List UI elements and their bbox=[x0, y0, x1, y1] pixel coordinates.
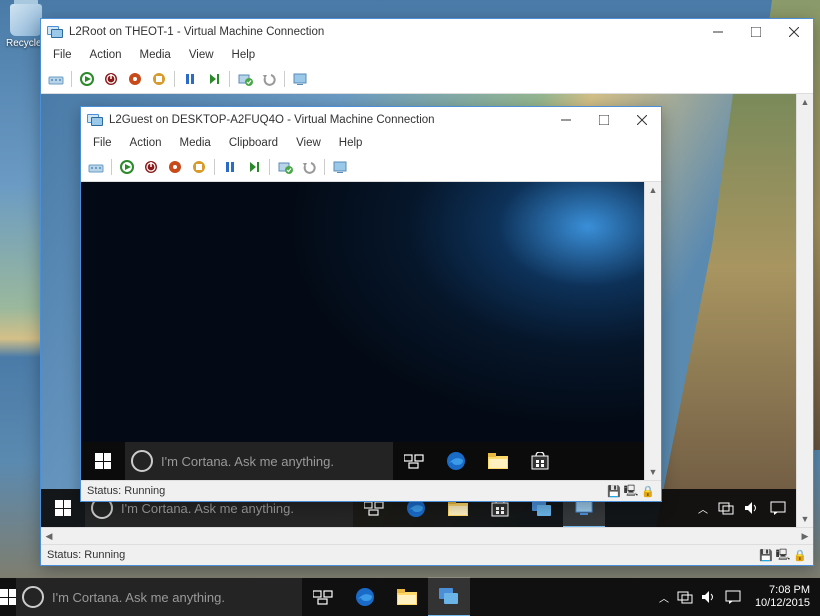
menu-help[interactable]: Help bbox=[331, 136, 371, 150]
outer-toolbar bbox=[41, 65, 813, 94]
outer-titlebar[interactable]: L2Root on THEOT-1 - Virtual Machine Conn… bbox=[41, 19, 813, 45]
host-search[interactable]: I'm Cortana. Ask me anything. bbox=[16, 578, 302, 616]
checkpoint-button[interactable] bbox=[234, 68, 256, 90]
recycle-bin-icon bbox=[10, 4, 42, 36]
minimize-button[interactable] bbox=[547, 107, 585, 133]
status-net-icon: 🖳 bbox=[776, 548, 790, 562]
edge-icon[interactable] bbox=[435, 442, 477, 480]
tray-chevron-icon[interactable]: ︿ bbox=[659, 590, 669, 605]
inner-statusbar: Status: Running 💾 🖳 🔒 bbox=[81, 480, 661, 501]
outer-status-text: Status: Running bbox=[47, 549, 759, 561]
revert-button[interactable] bbox=[298, 156, 320, 178]
outer-scrollbar-v[interactable]: ▲▼ bbox=[796, 94, 813, 527]
reset-button[interactable] bbox=[203, 68, 225, 90]
pause-button[interactable] bbox=[179, 68, 201, 90]
menu-media[interactable]: Media bbox=[172, 136, 219, 150]
inner-scrollbar-v[interactable]: ▲▼ bbox=[644, 182, 661, 480]
hyperv-app-icon bbox=[87, 112, 103, 128]
save-button[interactable] bbox=[148, 68, 170, 90]
outer-statusbar: Status: Running 💾 🖳 🔒 bbox=[41, 544, 813, 565]
tray-volume-icon[interactable] bbox=[744, 501, 760, 515]
cortana-icon bbox=[131, 450, 153, 472]
start-button[interactable] bbox=[116, 156, 138, 178]
close-button[interactable] bbox=[775, 19, 813, 45]
ctrl-alt-del-button[interactable] bbox=[85, 156, 107, 178]
inner-titlebar[interactable]: L2Guest on DESKTOP-A2FUQ4O - Virtual Mac… bbox=[81, 107, 661, 133]
inner-vm-display[interactable]: I'm Cortana. Ask me anything. bbox=[81, 182, 644, 480]
menu-action[interactable]: Action bbox=[122, 136, 170, 150]
hyperv-app-icon bbox=[47, 24, 63, 40]
taskview-icon[interactable] bbox=[302, 578, 344, 616]
edge-icon[interactable] bbox=[344, 578, 386, 616]
pause-button[interactable] bbox=[219, 156, 241, 178]
explorer-icon[interactable] bbox=[386, 578, 428, 616]
menu-media[interactable]: Media bbox=[132, 48, 179, 62]
maximize-button[interactable] bbox=[737, 19, 775, 45]
inner-guest-start[interactable] bbox=[81, 442, 125, 480]
hyperv-taskbar-icon[interactable] bbox=[428, 577, 470, 616]
menu-action[interactable]: Action bbox=[82, 48, 130, 62]
outer-scrollbar-h[interactable]: ◀▶ bbox=[41, 527, 813, 544]
taskview-icon[interactable] bbox=[393, 442, 435, 480]
status-lock-icon: 🔒 bbox=[793, 548, 807, 562]
menu-clipboard[interactable]: Clipboard bbox=[221, 136, 286, 150]
inner-window-title: L2Guest on DESKTOP-A2FUQ4O - Virtual Mac… bbox=[109, 114, 547, 126]
enhanced-session-button[interactable] bbox=[289, 68, 311, 90]
tray-notifications-icon[interactable] bbox=[770, 501, 786, 515]
minimize-button[interactable] bbox=[699, 19, 737, 45]
shutdown-button[interactable] bbox=[164, 156, 186, 178]
tray-notifications-icon[interactable] bbox=[725, 590, 741, 604]
inner-guest-taskbar: I'm Cortana. Ask me anything. bbox=[81, 442, 644, 480]
outer-menubar: File Action Media View Help bbox=[41, 45, 813, 65]
tray-chevron-icon[interactable]: ︿ bbox=[698, 501, 708, 516]
menu-file[interactable]: File bbox=[85, 136, 120, 150]
outer-window-title: L2Root on THEOT-1 - Virtual Machine Conn… bbox=[69, 26, 699, 38]
host-start-button[interactable] bbox=[0, 589, 16, 605]
maximize-button[interactable] bbox=[585, 107, 623, 133]
menu-help[interactable]: Help bbox=[224, 48, 264, 62]
outer-guest-start[interactable] bbox=[41, 489, 85, 527]
host-taskbar: I'm Cortana. Ask me anything. ︿ 7:08 PM … bbox=[0, 578, 820, 616]
status-disk-icon: 💾 bbox=[607, 484, 621, 498]
cortana-icon bbox=[22, 586, 44, 608]
status-net-icon: 🖳 bbox=[624, 484, 638, 498]
menu-view[interactable]: View bbox=[181, 48, 222, 62]
turnoff-button[interactable] bbox=[140, 156, 162, 178]
tray-clock[interactable]: 7:08 PM 10/12/2015 bbox=[749, 584, 816, 610]
menu-view[interactable]: View bbox=[288, 136, 329, 150]
revert-button[interactable] bbox=[258, 68, 280, 90]
tray-network-icon[interactable] bbox=[677, 590, 693, 604]
reset-button[interactable] bbox=[243, 156, 265, 178]
inner-toolbar bbox=[81, 153, 661, 182]
turnoff-button[interactable] bbox=[100, 68, 122, 90]
status-disk-icon: 💾 bbox=[759, 548, 773, 562]
menu-file[interactable]: File bbox=[45, 48, 80, 62]
store-icon[interactable] bbox=[519, 442, 561, 480]
tray-volume-icon[interactable] bbox=[701, 590, 717, 604]
enhanced-session-button[interactable] bbox=[329, 156, 351, 178]
start-button[interactable] bbox=[76, 68, 98, 90]
shutdown-button[interactable] bbox=[124, 68, 146, 90]
inner-guest-search[interactable]: I'm Cortana. Ask me anything. bbox=[125, 442, 393, 480]
save-button[interactable] bbox=[188, 156, 210, 178]
tray-network-icon[interactable] bbox=[718, 501, 734, 515]
inner-vm-window: L2Guest on DESKTOP-A2FUQ4O - Virtual Mac… bbox=[80, 106, 662, 502]
inner-menubar: File Action Media Clipboard View Help bbox=[81, 133, 661, 153]
inner-status-text: Status: Running bbox=[87, 485, 607, 497]
status-lock-icon: 🔒 bbox=[641, 484, 655, 498]
explorer-icon[interactable] bbox=[477, 442, 519, 480]
ctrl-alt-del-button[interactable] bbox=[45, 68, 67, 90]
close-button[interactable] bbox=[623, 107, 661, 133]
checkpoint-button[interactable] bbox=[274, 156, 296, 178]
